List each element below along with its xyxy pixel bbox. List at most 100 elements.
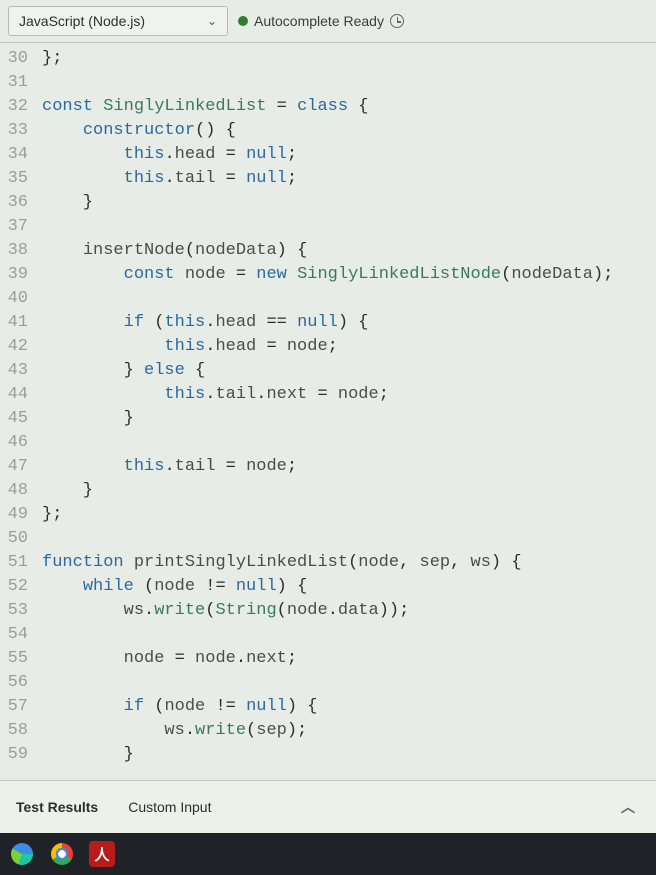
code-content[interactable]: ws.write(String(node.data)); xyxy=(42,599,656,623)
code-content[interactable] xyxy=(42,71,656,95)
code-line[interactable]: 55 node = node.next; xyxy=(0,647,656,671)
code-content[interactable]: while (node != null) { xyxy=(42,575,656,599)
code-line[interactable]: 50 xyxy=(0,527,656,551)
code-line[interactable]: 47 this.tail = node; xyxy=(0,455,656,479)
code-content[interactable]: const SinglyLinkedList = class { xyxy=(42,95,656,119)
chrome-icon xyxy=(51,843,73,865)
line-number: 55 xyxy=(0,647,42,671)
code-content[interactable]: this.tail.next = node; xyxy=(42,383,656,407)
code-line[interactable]: 54 xyxy=(0,623,656,647)
line-number: 33 xyxy=(0,119,42,143)
code-line[interactable]: 43 } else { xyxy=(0,359,656,383)
code-line[interactable]: 57 if (node != null) { xyxy=(0,695,656,719)
code-line[interactable]: 39 const node = new SinglyLinkedListNode… xyxy=(0,263,656,287)
chevron-down-icon: ⌄ xyxy=(207,14,217,28)
code-content[interactable]: } else { xyxy=(42,359,656,383)
line-number: 41 xyxy=(0,311,42,335)
line-number: 31 xyxy=(0,71,42,95)
code-content[interactable] xyxy=(42,623,656,647)
line-number: 32 xyxy=(0,95,42,119)
line-number: 58 xyxy=(0,719,42,743)
line-number: 30 xyxy=(0,47,42,71)
code-content[interactable]: this.tail = null; xyxy=(42,167,656,191)
code-line[interactable]: 40 xyxy=(0,287,656,311)
code-content[interactable]: function printSinglyLinkedList(node, sep… xyxy=(42,551,656,575)
tab-custom-input[interactable]: Custom Input xyxy=(128,799,211,815)
line-number: 37 xyxy=(0,215,42,239)
code-line[interactable]: 44 this.tail.next = node; xyxy=(0,383,656,407)
code-line[interactable]: 52 while (node != null) { xyxy=(0,575,656,599)
code-content[interactable]: } xyxy=(42,191,656,215)
line-number: 42 xyxy=(0,335,42,359)
code-content[interactable]: }; xyxy=(42,47,656,71)
code-line[interactable]: 31 xyxy=(0,71,656,95)
code-line[interactable]: 35 this.tail = null; xyxy=(0,167,656,191)
code-editor[interactable]: 30};3132const SinglyLinkedList = class {… xyxy=(0,43,656,783)
taskbar-pdf[interactable]: 人 xyxy=(86,838,118,870)
line-number: 47 xyxy=(0,455,42,479)
code-content[interactable]: node = node.next; xyxy=(42,647,656,671)
code-line[interactable]: 48 } xyxy=(0,479,656,503)
code-content[interactable]: } xyxy=(42,479,656,503)
code-line[interactable]: 42 this.head = node; xyxy=(0,335,656,359)
autocomplete-status: Autocomplete Ready xyxy=(238,13,404,29)
code-content[interactable]: if (this.head == null) { xyxy=(42,311,656,335)
taskbar-chrome[interactable] xyxy=(46,838,78,870)
code-content[interactable] xyxy=(42,431,656,455)
code-line[interactable]: 30}; xyxy=(0,47,656,71)
editor-topbar: JavaScript (Node.js) ⌄ Autocomplete Read… xyxy=(0,0,656,43)
line-number: 35 xyxy=(0,167,42,191)
code-line[interactable]: 41 if (this.head == null) { xyxy=(0,311,656,335)
code-line[interactable]: 37 xyxy=(0,215,656,239)
code-line[interactable]: 49}; xyxy=(0,503,656,527)
code-line[interactable]: 59 } xyxy=(0,743,656,767)
line-number: 46 xyxy=(0,431,42,455)
code-line[interactable]: 56 xyxy=(0,671,656,695)
results-bar: Test Results Custom Input ︿ xyxy=(0,780,656,833)
pdf-icon: 人 xyxy=(89,841,115,867)
status-dot-icon xyxy=(238,16,248,26)
code-line[interactable]: 45 } xyxy=(0,407,656,431)
code-content[interactable]: const node = new SinglyLinkedListNode(no… xyxy=(42,263,656,287)
code-content[interactable]: this.tail = node; xyxy=(42,455,656,479)
code-content[interactable]: }; xyxy=(42,503,656,527)
code-line[interactable]: 58 ws.write(sep); xyxy=(0,719,656,743)
line-number: 45 xyxy=(0,407,42,431)
language-select[interactable]: JavaScript (Node.js) ⌄ xyxy=(8,6,228,36)
chevron-up-icon[interactable]: ︿ xyxy=(616,795,640,819)
code-line[interactable]: 53 ws.write(String(node.data)); xyxy=(0,599,656,623)
code-content[interactable]: if (node != null) { xyxy=(42,695,656,719)
code-content[interactable] xyxy=(42,671,656,695)
line-number: 51 xyxy=(0,551,42,575)
code-content[interactable]: constructor() { xyxy=(42,119,656,143)
line-number: 34 xyxy=(0,143,42,167)
code-line[interactable]: 36 } xyxy=(0,191,656,215)
code-content[interactable]: } xyxy=(42,743,656,767)
line-number: 49 xyxy=(0,503,42,527)
code-line[interactable]: 34 this.head = null; xyxy=(0,143,656,167)
line-number: 38 xyxy=(0,239,42,263)
line-number: 48 xyxy=(0,479,42,503)
line-number: 54 xyxy=(0,623,42,647)
code-content[interactable]: this.head = null; xyxy=(42,143,656,167)
code-content[interactable]: } xyxy=(42,407,656,431)
line-number: 43 xyxy=(0,359,42,383)
line-number: 53 xyxy=(0,599,42,623)
line-number: 57 xyxy=(0,695,42,719)
code-line[interactable]: 38 insertNode(nodeData) { xyxy=(0,239,656,263)
code-content[interactable]: this.head = node; xyxy=(42,335,656,359)
tab-test-results[interactable]: Test Results xyxy=(16,799,98,815)
code-line[interactable]: 46 xyxy=(0,431,656,455)
code-line[interactable]: 32const SinglyLinkedList = class { xyxy=(0,95,656,119)
language-label: JavaScript (Node.js) xyxy=(19,13,145,29)
code-content[interactable] xyxy=(42,527,656,551)
code-line[interactable]: 33 constructor() { xyxy=(0,119,656,143)
clock-icon xyxy=(390,14,404,28)
code-content[interactable]: ws.write(sep); xyxy=(42,719,656,743)
code-content[interactable] xyxy=(42,215,656,239)
taskbar-edge[interactable] xyxy=(6,838,38,870)
code-content[interactable] xyxy=(42,287,656,311)
code-line[interactable]: 51function printSinglyLinkedList(node, s… xyxy=(0,551,656,575)
line-number: 50 xyxy=(0,527,42,551)
code-content[interactable]: insertNode(nodeData) { xyxy=(42,239,656,263)
